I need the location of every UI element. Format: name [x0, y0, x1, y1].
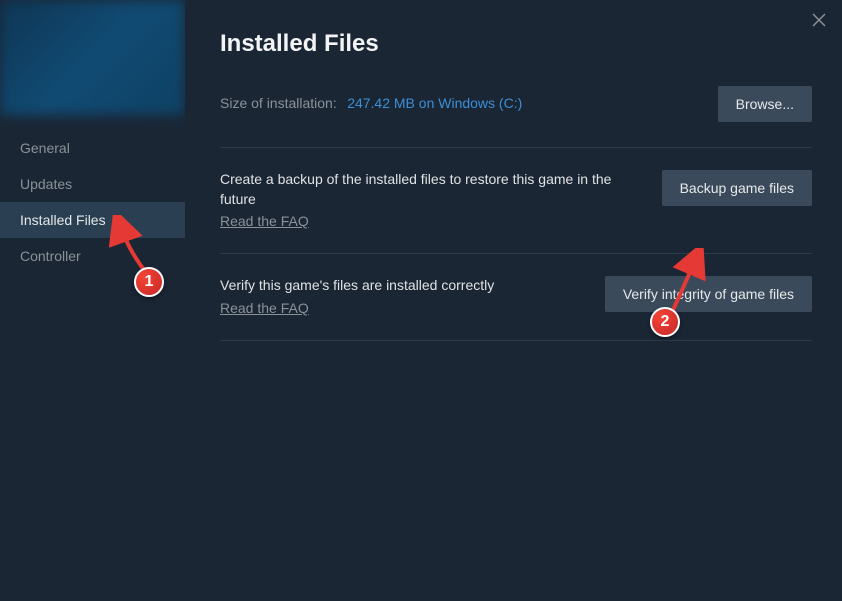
verify-section: Verify this game's files are installed c…: [220, 254, 812, 341]
sidebar-item-updates[interactable]: Updates: [0, 166, 185, 202]
size-info: Size of installation: 247.42 MB on Windo…: [220, 95, 522, 113]
sidebar-item-controller[interactable]: Controller: [0, 238, 185, 274]
backup-description: Create a backup of the installed files t…: [220, 170, 640, 209]
backup-section: Create a backup of the installed files t…: [220, 148, 812, 254]
sidebar: General Updates Installed Files Controll…: [0, 0, 185, 601]
size-label: Size of installation:: [220, 95, 337, 111]
game-banner: [0, 0, 185, 115]
sidebar-item-installed-files[interactable]: Installed Files: [0, 202, 185, 238]
verify-description: Verify this game's files are installed c…: [220, 276, 590, 296]
backup-text: Create a backup of the installed files t…: [220, 170, 640, 231]
sidebar-item-general[interactable]: General: [0, 130, 185, 166]
backup-button[interactable]: Backup game files: [662, 170, 812, 206]
main-panel: Installed Files Size of installation: 24…: [185, 0, 842, 601]
verify-text: Verify this game's files are installed c…: [220, 276, 590, 318]
sidebar-nav: General Updates Installed Files Controll…: [0, 115, 185, 274]
browse-button[interactable]: Browse...: [718, 86, 812, 122]
backup-faq-link[interactable]: Read the FAQ: [220, 213, 309, 229]
close-icon[interactable]: [812, 13, 826, 30]
page-title: Installed Files: [220, 30, 812, 58]
verify-faq-link[interactable]: Read the FAQ: [220, 300, 309, 316]
size-value[interactable]: 247.42 MB on Windows (C:): [347, 95, 522, 111]
verify-button[interactable]: Verify integrity of game files: [605, 276, 812, 312]
size-row: Size of installation: 247.42 MB on Windo…: [220, 86, 812, 148]
